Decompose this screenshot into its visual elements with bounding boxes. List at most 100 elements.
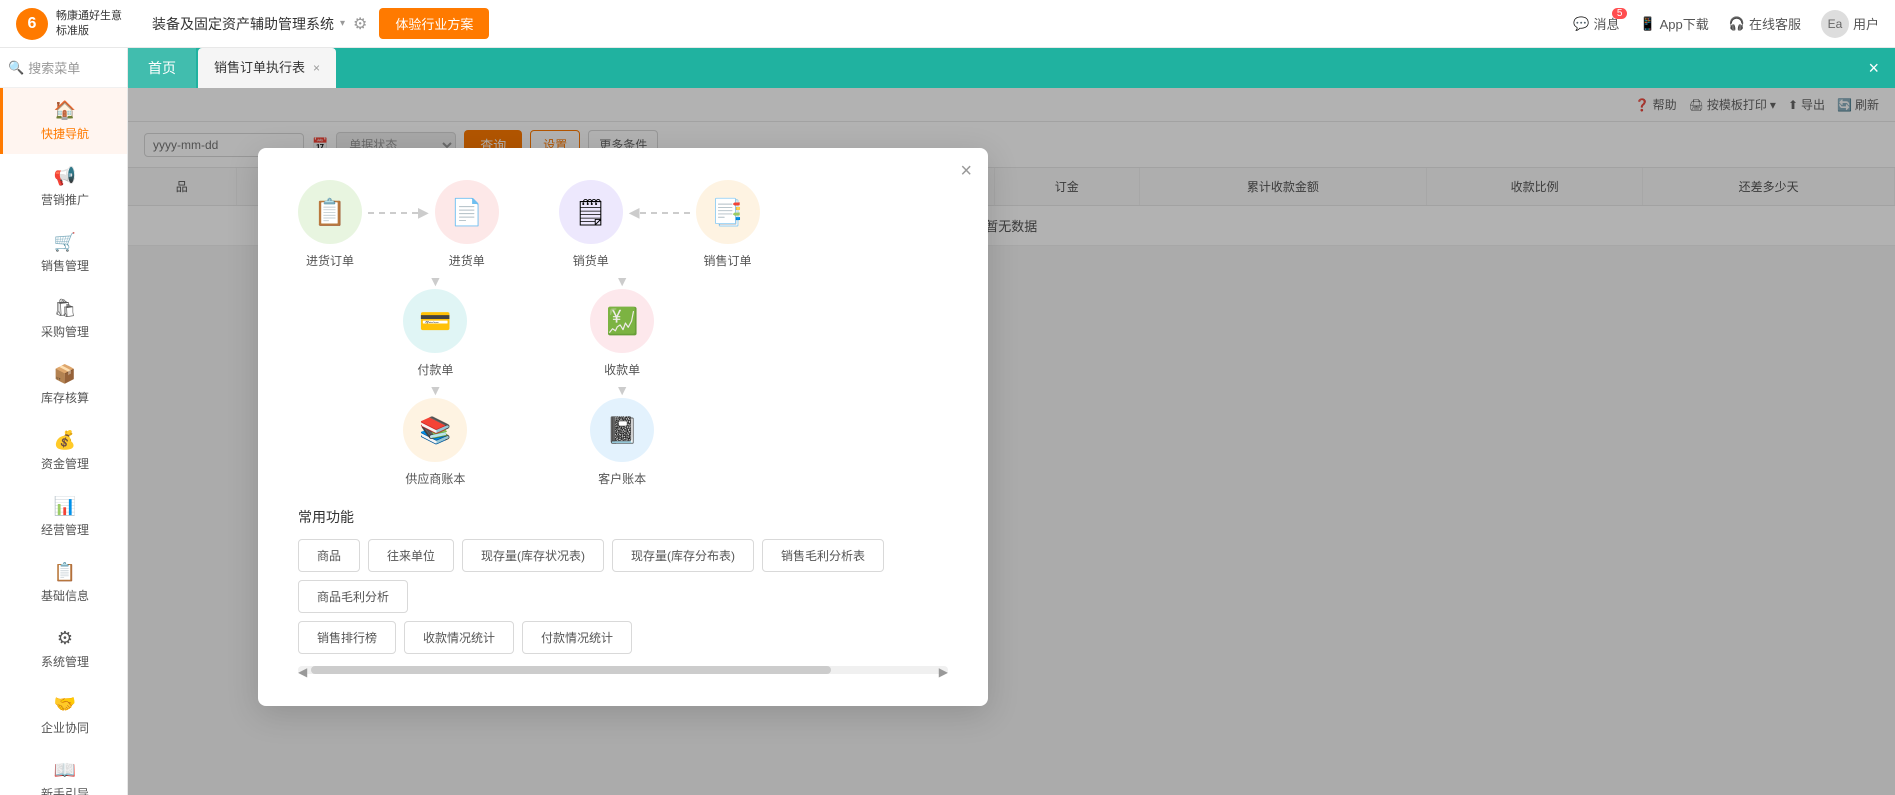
main-content: ❓ 帮助 🖨 按模板打印 ▾ ⬆ 导出 🔄 刷新 <box>128 88 1895 795</box>
service-icon: 🎧 <box>1729 16 1745 32</box>
modal-dialog: × 📋 进货订单 <box>258 148 988 706</box>
sidebar-item-purchase[interactable]: 🛍 采购管理 <box>0 286 127 352</box>
modal-close-btn[interactable]: × <box>960 160 972 183</box>
quick-nav-icon: 🏠 <box>54 100 76 121</box>
marketing-label: 营销推广 <box>41 191 89 208</box>
operation-label: 经营管理 <box>41 521 89 538</box>
sales-icon: 🛒 <box>54 232 76 253</box>
payment-label: 付款单 <box>417 361 453 378</box>
system-label: 系统管理 <box>41 653 89 670</box>
app-download-btn[interactable]: 📱 App下载 <box>1639 14 1708 33</box>
purchase-order-label: 进货订单 <box>306 252 354 269</box>
basic-icon: 📋 <box>54 562 76 583</box>
purchase-bill-label: 进货单 <box>449 252 485 269</box>
sidebar-item-operation[interactable]: 📊 经营管理 <box>0 484 127 550</box>
newbie-label: 新手引导 <box>41 785 89 795</box>
tab-close-right-btn[interactable]: × <box>1868 58 1879 79</box>
newbie-icon: 📖 <box>54 760 76 781</box>
marketing-icon: 📢 <box>54 166 76 187</box>
finance-icon: 💰 <box>54 430 76 451</box>
collab-label: 企业协同 <box>41 719 89 736</box>
sidebar-item-newbie[interactable]: 📖 新手引导 <box>0 748 127 795</box>
common-btns-row2: 销售排行榜收款情况统计付款情况统计 <box>298 621 948 654</box>
flow-node-supplier[interactable]: 📚 供应商账本 <box>403 398 467 487</box>
arrow-sale: ◀ <box>629 204 690 221</box>
arrow-down-payment: ▼ <box>428 273 442 289</box>
top-right-area: 💬 消息 5 📱 App下载 🎧 在线客服 Ea 用户 <box>1573 10 1879 38</box>
arrow-purchase: ▶ <box>368 204 429 221</box>
flow-node-receipt[interactable]: 💹 收款单 <box>590 289 654 378</box>
flow-node-customer[interactable]: 📓 客户账本 <box>590 398 654 487</box>
scroll-right-btn[interactable]: ▶ <box>939 665 948 679</box>
flow-node-sale-bill[interactable]: 🗒 销货单 <box>559 180 623 269</box>
common-btn-5[interactable]: 商品毛利分析 <box>298 580 408 613</box>
arrow-down-supplier: ▼ <box>428 382 442 398</box>
tab-home[interactable]: 首页 <box>128 48 196 88</box>
quick-nav-label: 快捷导航 <box>41 125 89 142</box>
modal-overlay: × 📋 进货订单 <box>128 88 1895 795</box>
receipt-icon: 💹 <box>590 289 654 353</box>
receipt-label: 收款单 <box>604 361 640 378</box>
common-btn-1[interactable]: 往来单位 <box>368 539 454 572</box>
sidebar-item-inventory[interactable]: 📦库存核算 <box>0 352 127 418</box>
customer-label: 客户账本 <box>598 470 646 487</box>
system-icon: ⚙ <box>57 628 73 649</box>
purchase-bill-icon: 📄 <box>435 180 499 244</box>
tab-active[interactable]: 销售订单执行表 × <box>198 48 336 88</box>
purchase-label: 采购管理 <box>41 323 89 340</box>
sidebar-item-sales[interactable]: 🛒 销售管理 <box>0 220 127 286</box>
sidebar: 🔍 搜索菜单 🏠 快捷导航 📢 营销推广 🛒 销售管理 🛍 采购管理 📦库存核算💰资金管理 📊 经营… <box>0 48 128 795</box>
payment-icon: 💳 <box>403 289 467 353</box>
sale-order-label: 销售订单 <box>704 252 752 269</box>
flow-node-purchase-bill[interactable]: 📄 进货单 <box>435 180 499 269</box>
sidebar-item-quick-nav[interactable]: 🏠 快捷导航 <box>0 88 127 154</box>
flow-node-sale-order[interactable]: 📑 销售订单 <box>696 180 760 269</box>
online-service-btn[interactable]: 🎧 在线客服 <box>1729 14 1801 33</box>
modal-scrollbar[interactable]: ◀ ▶ <box>298 666 948 674</box>
content-area: 首页 销售订单执行表 × × ❓ 帮助 🖨 按模板打印 <box>128 48 1895 795</box>
user-menu[interactable]: Ea 用户 <box>1821 10 1879 38</box>
avatar: Ea <box>1821 10 1849 38</box>
scroll-thumb[interactable] <box>311 666 831 674</box>
sale-order-icon: 📑 <box>696 180 760 244</box>
common-btn-extra-0[interactable]: 销售排行榜 <box>298 621 396 654</box>
flow-node-payment[interactable]: 💳 付款单 <box>403 289 467 378</box>
common-btn-0[interactable]: 商品 <box>298 539 360 572</box>
customer-icon: 📓 <box>590 398 654 462</box>
collab-icon: 🤝 <box>54 694 76 715</box>
message-icon: 💬 <box>1573 16 1589 32</box>
system-dropdown-icon[interactable]: ▾ <box>340 18 345 29</box>
sale-bill-icon: 🗒 <box>559 180 623 244</box>
tab-close-btn[interactable]: × <box>313 48 320 88</box>
operation-icon: 📊 <box>54 496 76 517</box>
common-btn-3[interactable]: 现存量(库存分布表) <box>612 539 754 572</box>
message-badge: 5 <box>1612 8 1628 19</box>
common-btn-extra-2[interactable]: 付款情况统计 <box>522 621 632 654</box>
common-btns-row1: 商品往来单位现存量(库存状况表)现存量(库存分布表)销售毛利分析表商品毛利分析 <box>298 539 948 613</box>
logo-area: 6 畅康通好生意 标准版 <box>16 8 136 40</box>
sidebar-item-finance[interactable]: 💰资金管理 <box>0 418 127 484</box>
sale-bill-label: 销货单 <box>573 252 609 269</box>
sidebar-item-basic[interactable]: 📋 基础信息 <box>0 550 127 616</box>
common-btn-4[interactable]: 销售毛利分析表 <box>762 539 884 572</box>
purchase-icon: 🛍 <box>54 298 77 319</box>
sidebar-item-system[interactable]: ⚙ 系统管理 <box>0 616 127 682</box>
common-btn-2[interactable]: 现存量(库存状况表) <box>462 539 604 572</box>
common-title: 常用功能 <box>298 507 948 527</box>
basic-label: 基础信息 <box>41 587 89 604</box>
sales-label: 销售管理 <box>41 257 89 274</box>
common-btn-extra-1[interactable]: 收款情况统计 <box>404 621 514 654</box>
settings-icon[interactable]: ⚙ <box>353 14 367 34</box>
sidebar-item-collab[interactable]: 🤝 企业协同 <box>0 682 127 748</box>
sidebar-item-marketing[interactable]: 📢 营销推广 <box>0 154 127 220</box>
search-icon: 🔍 <box>8 60 24 76</box>
common-functions: 常用功能 商品往来单位现存量(库存状况表)现存量(库存分布表)销售毛利分析表商品… <box>298 507 948 654</box>
supplier-label: 供应商账本 <box>405 470 465 487</box>
message-btn[interactable]: 💬 消息 5 <box>1573 14 1619 33</box>
supplier-icon: 📚 <box>403 398 467 462</box>
scroll-left-btn[interactable]: ◀ <box>298 665 307 679</box>
inventory-label: 库存核算 <box>41 389 89 406</box>
sidebar-search[interactable]: 🔍 搜索菜单 <box>0 48 127 88</box>
flow-node-purchase-order[interactable]: 📋 进货订单 <box>298 180 362 269</box>
trial-button[interactable]: 体验行业方案 <box>379 8 489 39</box>
